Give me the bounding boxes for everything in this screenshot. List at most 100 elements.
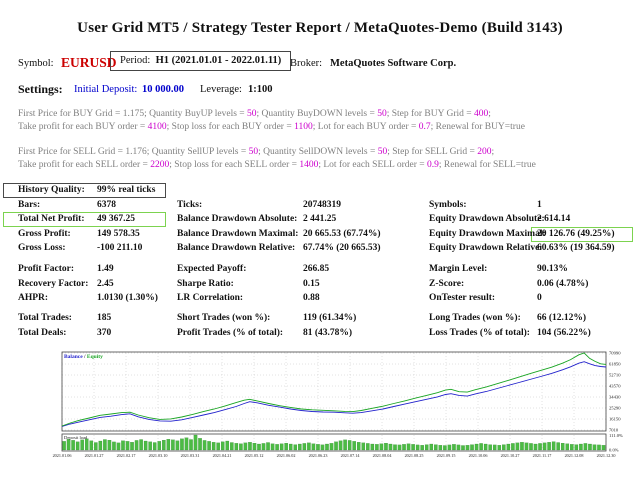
deposit-load-bar — [175, 440, 180, 451]
sell-grid-params-line2: Take profit for each SELL order = 2200; … — [18, 159, 630, 172]
initial-deposit-label: Initial Deposit: — [74, 84, 138, 95]
stat-label: Equity Drawdown Maximal: — [429, 228, 546, 239]
deposit-load-bar — [438, 445, 443, 451]
stat-value: 20 126.76 (49.25%) — [537, 228, 615, 239]
y-axis-label: 52710 — [609, 373, 621, 378]
buy-grid-params-line2: Take profit for each BUY order = 4100; S… — [18, 121, 630, 134]
broker-value: MetaQuotes Software Corp. — [330, 58, 457, 69]
x-axis-date-label: 2021.04.21 — [213, 453, 232, 458]
deposit-load-bar — [338, 440, 343, 451]
deposit-load-max-label: 111.0% — [609, 433, 623, 438]
stat-value: 1 — [537, 199, 542, 210]
y-axis-label: 7010 — [609, 428, 619, 433]
deposit-load-bar — [220, 441, 225, 451]
deposit-load-bar — [66, 439, 71, 451]
deposit-load-bar — [316, 444, 320, 451]
stat-value: 67.74% (20 665.53) — [303, 243, 381, 254]
deposit-load-bar — [379, 443, 384, 451]
stat-value: 0.15 — [303, 278, 320, 289]
stat-label: Expected Payoff: — [177, 264, 247, 274]
stat-value: -100 211.10 — [97, 243, 143, 254]
stat-value: 1.0130 (1.30%) — [97, 293, 158, 304]
leverage-label: Leverage: — [200, 84, 242, 95]
stat-label: Total Net Profit: — [18, 214, 85, 225]
deposit-load-bar — [143, 440, 148, 451]
deposit-load-bar — [488, 444, 492, 451]
period-box: Period: H1 (2021.01.01 - 2022.01.11) — [110, 51, 292, 71]
stat-label: History Quality: — [18, 185, 85, 195]
deposit-load-bar — [538, 443, 542, 451]
deposit-load-bar — [266, 442, 270, 451]
deposit-load-bar — [211, 442, 216, 451]
stat-label: Bars: — [18, 199, 41, 210]
deposit-load-bar — [270, 443, 275, 451]
stat-label: Balance Drawdown Absolute: — [177, 214, 298, 225]
stats-row: AHPR: 1.0130 (1.30%) LR Correlation: 0.88 On… — [0, 292, 640, 307]
deposit-load-bar — [261, 443, 266, 451]
stats-row: History Quality: 99% real ticks — [0, 183, 640, 199]
deposit-load-bar — [452, 444, 456, 451]
x-axis-date-label: 2021.08.25 — [405, 453, 424, 458]
deposit-load-bar — [592, 444, 597, 451]
x-axis-date-label: 2021.01.27 — [85, 453, 104, 458]
stat-label: Equity Drawdown Absolute: — [429, 214, 545, 225]
stat-label: OnTester result: — [429, 293, 496, 304]
x-axis-date-label: 2021.09.15 — [437, 453, 456, 458]
param-text: Take profit for each SELL order = — [18, 159, 151, 170]
x-axis-date-label: 2021.05.12 — [245, 453, 264, 458]
stat-value: 20 665.53 (67.74%) — [303, 228, 381, 239]
deposit-load-bar — [479, 443, 483, 451]
x-axis-date-label: 2021.07.14 — [341, 453, 361, 458]
param-text: Take profit for each BUY order = — [18, 121, 148, 132]
deposit-load-bar — [248, 442, 252, 451]
deposit-load-bar — [184, 437, 189, 451]
stats-row: Total Net Profit: 49 367.25 Balance Drawdo… — [0, 212, 640, 228]
stats-row: Total Deals: 370 Profit Trades (% of total… — [0, 327, 640, 342]
deposit-load-bar — [320, 444, 325, 451]
stat-label: Profit Trades (% of total): — [177, 327, 284, 338]
deposit-load-bar — [370, 443, 375, 451]
deposit-load-bar — [130, 442, 134, 451]
deposit-load-bar — [71, 440, 75, 451]
deposit-load-bar — [424, 444, 429, 451]
y-axis-label: 43570 — [609, 384, 621, 389]
stat-label: Gross Loss: — [18, 243, 66, 254]
deposit-load-bar — [506, 443, 511, 451]
period-label: Period: — [120, 55, 151, 66]
deposit-load-bar — [334, 441, 338, 451]
y-axis-label: 16150 — [609, 417, 621, 422]
page-title: User Grid MT5 / Strategy Tester Report /… — [77, 20, 563, 36]
deposit-load-bar — [139, 439, 143, 451]
stats-block-trades: Total Trades: 185 Short Trades (won %): 119… — [0, 312, 640, 341]
stat-value: 0 — [537, 293, 542, 304]
deposit-load-bar — [588, 443, 592, 451]
deposit-load-bar — [193, 434, 198, 451]
deposit-load-bar — [560, 442, 565, 451]
deposit-load-bar — [515, 442, 520, 451]
deposit-load-bar — [402, 444, 406, 451]
deposit-load-bar — [148, 441, 152, 451]
x-axis-date-label: 2021.03.10 — [149, 453, 168, 458]
stat-value: 0.88 — [303, 293, 320, 304]
stat-label: LR Correlation: — [177, 293, 244, 304]
deposit-load-bar — [157, 441, 162, 451]
stat-label: Balance Drawdown Maximal: — [177, 228, 299, 239]
deposit-load-bar — [361, 442, 366, 451]
deposit-load-bar — [356, 442, 361, 451]
deposit-load-bar — [492, 444, 497, 451]
deposit-load-bar — [366, 443, 370, 451]
deposit-load-bar — [556, 442, 560, 451]
stat-label: Loss Trades (% of total): — [429, 327, 530, 338]
stat-label: Recovery Factor: — [18, 278, 89, 289]
stat-label: Z-Score: — [429, 278, 465, 289]
stat-value: 104 (56.22%) — [537, 327, 591, 338]
deposit-load-bar — [520, 442, 524, 451]
deposit-load-bar — [579, 443, 583, 451]
deposit-load-bar — [597, 444, 601, 451]
param-value: 50 — [247, 109, 257, 119]
deposit-load-label: Deposit load — [64, 435, 88, 440]
deposit-load-bar — [134, 440, 139, 451]
deposit-load-bar — [388, 443, 393, 451]
param-value: 1400 — [299, 159, 319, 170]
stat-value: 49 367.25 — [97, 214, 135, 225]
